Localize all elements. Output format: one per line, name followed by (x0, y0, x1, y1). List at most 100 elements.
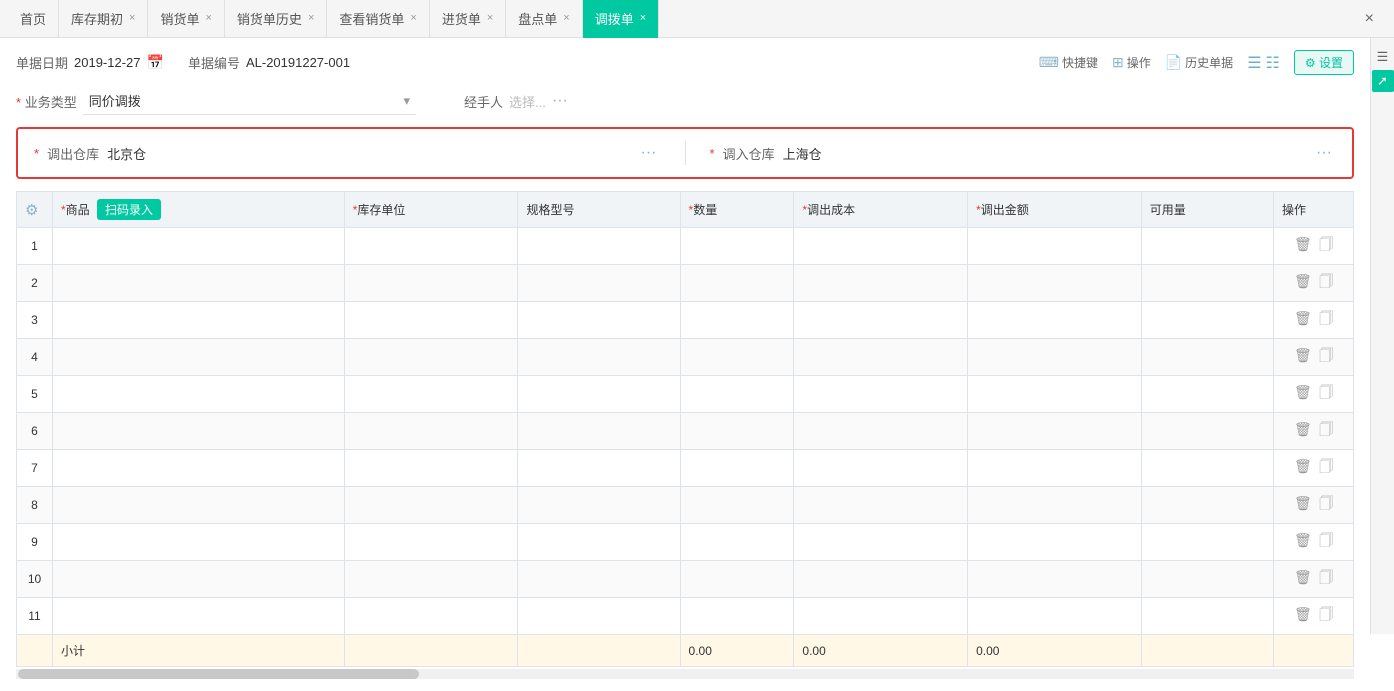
tab-sales-order-close[interactable]: × (205, 13, 211, 24)
copy-row-icon-3[interactable]: 🗍 (1319, 347, 1333, 363)
table-settings-icon[interactable]: ⚙ (25, 202, 38, 219)
row-amount-7[interactable] (968, 487, 1142, 524)
row-quantity-4[interactable] (680, 376, 794, 413)
row-quantity-1[interactable] (680, 265, 794, 302)
window-close-button[interactable]: × (1353, 10, 1386, 28)
sidebar-expand-icon[interactable]: ➚ (1372, 70, 1394, 92)
row-unit-2[interactable] (344, 302, 518, 339)
copy-row-icon-10[interactable]: 🗍 (1319, 606, 1333, 622)
row-unit-5[interactable] (344, 413, 518, 450)
row-cost-5[interactable] (794, 413, 968, 450)
row-amount-2[interactable] (968, 302, 1142, 339)
row-cost-3[interactable] (794, 339, 968, 376)
row-cost-9[interactable] (794, 561, 968, 598)
settings-button[interactable]: ⚙ 设置 (1294, 50, 1354, 75)
row-product-1[interactable] (53, 265, 345, 302)
scan-entry-button[interactable]: 扫码录入 (97, 199, 161, 220)
row-product-10[interactable] (53, 598, 345, 635)
tab-inventory-count[interactable]: 盘点单 × (506, 0, 582, 38)
delete-row-icon-1[interactable]: 🗑 (1294, 273, 1312, 289)
calendar-icon[interactable]: 📅 (147, 54, 164, 71)
handler-select[interactable]: 选择... (509, 92, 546, 111)
tab-inventory-init-close[interactable]: × (129, 13, 135, 24)
tab-sales-history[interactable]: 销货单历史 × (225, 0, 327, 38)
row-product-0[interactable] (53, 228, 345, 265)
row-unit-7[interactable] (344, 487, 518, 524)
copy-row-icon-7[interactable]: 🗍 (1319, 495, 1333, 511)
business-type-select[interactable]: 同价调拨 ▾ (83, 87, 416, 115)
copy-row-icon-9[interactable]: 🗍 (1319, 569, 1333, 585)
copy-row-icon-5[interactable]: 🗍 (1319, 421, 1333, 437)
row-unit-6[interactable] (344, 450, 518, 487)
copy-row-icon-4[interactable]: 🗍 (1319, 384, 1333, 400)
row-unit-4[interactable] (344, 376, 518, 413)
delete-row-icon-5[interactable]: 🗑 (1294, 421, 1312, 437)
tab-sales-order[interactable]: 销货单 × (148, 0, 224, 38)
tab-transfer-order-close[interactable]: × (640, 13, 646, 24)
row-spec-4[interactable] (518, 376, 680, 413)
warehouse-out-more-button[interactable]: ··· (637, 144, 661, 162)
tab-sales-history-close[interactable]: × (308, 13, 314, 24)
copy-row-icon-6[interactable]: 🗍 (1319, 458, 1333, 474)
row-product-3[interactable] (53, 339, 345, 376)
delete-row-icon-9[interactable]: 🗑 (1294, 569, 1312, 585)
operations-button[interactable]: ⊞ 操作 (1112, 54, 1151, 71)
row-cost-0[interactable] (794, 228, 968, 265)
row-spec-3[interactable] (518, 339, 680, 376)
row-amount-1[interactable] (968, 265, 1142, 302)
row-cost-7[interactable] (794, 487, 968, 524)
row-amount-8[interactable] (968, 524, 1142, 561)
copy-row-icon-0[interactable]: 🗍 (1319, 236, 1333, 252)
row-spec-9[interactable] (518, 561, 680, 598)
row-amount-9[interactable] (968, 561, 1142, 598)
row-unit-9[interactable] (344, 561, 518, 598)
tab-inventory-count-close[interactable]: × (563, 13, 569, 24)
row-product-5[interactable] (53, 413, 345, 450)
row-amount-0[interactable] (968, 228, 1142, 265)
history-button[interactable]: 📄 历史单据 (1165, 54, 1233, 71)
delete-row-icon-7[interactable]: 🗑 (1294, 495, 1312, 511)
delete-row-icon-3[interactable]: 🗑 (1294, 347, 1312, 363)
sidebar-list-icon[interactable]: ☰ (1372, 46, 1394, 68)
row-quantity-2[interactable] (680, 302, 794, 339)
row-unit-10[interactable] (344, 598, 518, 635)
row-unit-1[interactable] (344, 265, 518, 302)
row-product-9[interactable] (53, 561, 345, 598)
row-amount-4[interactable] (968, 376, 1142, 413)
row-product-6[interactable] (53, 450, 345, 487)
row-cost-4[interactable] (794, 376, 968, 413)
delete-row-icon-0[interactable]: 🗑 (1294, 236, 1312, 252)
row-unit-0[interactable] (344, 228, 518, 265)
row-cost-1[interactable] (794, 265, 968, 302)
tab-purchase-order-close[interactable]: × (487, 13, 493, 24)
row-quantity-7[interactable] (680, 487, 794, 524)
row-amount-3[interactable] (968, 339, 1142, 376)
row-quantity-0[interactable] (680, 228, 794, 265)
col-settings-header[interactable]: ⚙ (17, 192, 53, 228)
row-product-2[interactable] (53, 302, 345, 339)
row-spec-8[interactable] (518, 524, 680, 561)
row-unit-3[interactable] (344, 339, 518, 376)
row-cost-10[interactable] (794, 598, 968, 635)
shortcut-button[interactable]: ⌨ 快捷键 (1039, 54, 1098, 71)
copy-row-icon-1[interactable]: 🗍 (1319, 273, 1333, 289)
list-view-icon[interactable]: ☰ (1247, 53, 1261, 73)
tab-home[interactable]: 首页 (8, 0, 59, 38)
warehouse-in-more-button[interactable]: ··· (1312, 144, 1336, 162)
delete-row-icon-8[interactable]: 🗑 (1294, 532, 1312, 548)
tab-transfer-order[interactable]: 调拨单 × (583, 0, 659, 38)
row-amount-5[interactable] (968, 413, 1142, 450)
row-cost-2[interactable] (794, 302, 968, 339)
row-product-4[interactable] (53, 376, 345, 413)
delete-row-icon-10[interactable]: 🗑 (1294, 606, 1312, 622)
row-spec-1[interactable] (518, 265, 680, 302)
row-spec-2[interactable] (518, 302, 680, 339)
row-quantity-6[interactable] (680, 450, 794, 487)
row-spec-5[interactable] (518, 413, 680, 450)
row-cost-6[interactable] (794, 450, 968, 487)
row-spec-7[interactable] (518, 487, 680, 524)
row-product-8[interactable] (53, 524, 345, 561)
delete-row-icon-2[interactable]: 🗑 (1294, 310, 1312, 326)
delete-row-icon-6[interactable]: 🗑 (1294, 458, 1312, 474)
copy-row-icon-2[interactable]: 🗍 (1319, 310, 1333, 326)
